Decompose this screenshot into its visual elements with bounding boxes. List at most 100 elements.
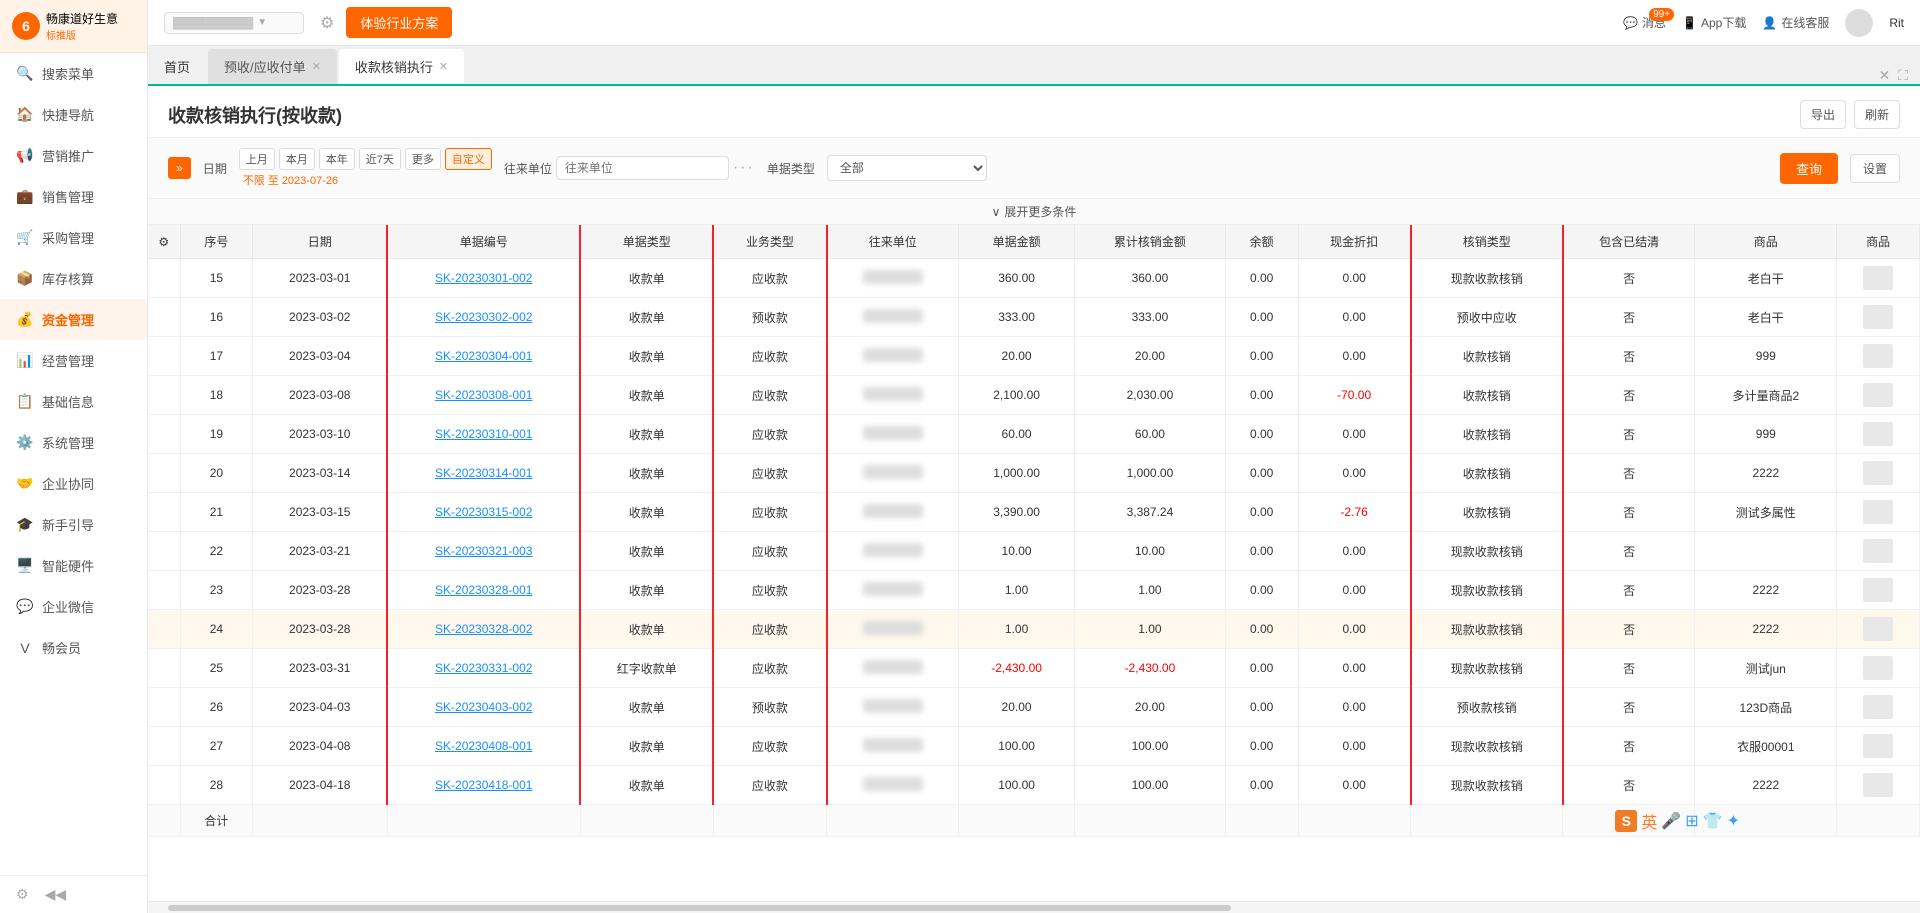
cell-bill_num[interactable]: SK-20230302-002 — [387, 298, 580, 337]
tab-close-prepay[interactable]: ✕ — [312, 60, 321, 73]
export-btn[interactable]: 导出 — [1800, 100, 1846, 129]
cell-bill_num[interactable]: SK-20230304-001 — [387, 337, 580, 376]
filter-settings-btn[interactable]: 设置 — [1850, 154, 1900, 183]
table-row[interactable]: 202023-03-14SK-20230314-001收款单应收款1,000.0… — [148, 454, 1920, 493]
cell-settings — [148, 376, 180, 415]
content-area: 收款核销执行(按收款) 导出 刷新 » 日期 上月本月本年近7天更多自定义不限 … — [148, 86, 1920, 913]
sidebar-collapse-icon[interactable]: ◀◀ — [45, 886, 67, 903]
tabs-maximize-icon[interactable]: ⛶ — [1898, 67, 1908, 84]
table-row[interactable]: 172023-03-04SK-20230304-001收款单应收款20.0020… — [148, 337, 1920, 376]
cell-biz_type: 应收款 — [713, 727, 826, 766]
expand-more-btn[interactable]: ∨ 展开更多条件 — [992, 203, 1077, 220]
cell-bill_num[interactable]: SK-20230328-001 — [387, 571, 580, 610]
tabs-close-icon[interactable]: ✕ — [1878, 67, 1890, 84]
cell-biz_type: 应收款 — [713, 493, 826, 532]
industry-btn[interactable]: 体验行业方案 — [346, 7, 452, 38]
filter-expand-btn[interactable]: » — [168, 157, 191, 179]
sidebar-icon-wechat: 💬 — [16, 598, 34, 615]
sidebar-item-basic[interactable]: 📋 基础信息 — [0, 381, 147, 422]
cell-bill_num[interactable]: SK-20230314-001 — [387, 454, 580, 493]
table-row[interactable]: 152023-03-01SK-20230301-002收款单应收款360.003… — [148, 259, 1920, 298]
messages-btn[interactable]: 💬 消息 99+ — [1623, 14, 1666, 31]
cell-bill_num[interactable]: SK-20230331-002 — [387, 649, 580, 688]
table-row[interactable]: 242023-03-28SK-20230328-002收款单应收款1.001.0… — [148, 610, 1920, 649]
cell-biz_type: 预收款 — [713, 298, 826, 337]
cell-settings — [148, 337, 180, 376]
tab-close-cancel[interactable]: ✕ — [439, 60, 448, 73]
table-row[interactable]: 262023-04-03SK-20230403-002收款单预收款20.0020… — [148, 688, 1920, 727]
cell-balance: 0.00 — [1225, 454, 1298, 493]
table-row[interactable]: 222023-03-21SK-20230321-003收款单应收款10.0010… — [148, 532, 1920, 571]
sidebar-item-system[interactable]: ⚙️ 系统管理 — [0, 422, 147, 463]
cell-goods: 123D商品 — [1695, 688, 1837, 727]
sidebar-item-cooperation[interactable]: 🤝 企业协同 — [0, 463, 147, 504]
cell-goods2 — [1837, 727, 1920, 766]
cell-unit — [827, 532, 959, 571]
refresh-btn[interactable]: 刷新 — [1854, 100, 1900, 129]
col-header-biz_type: 业务类型 — [713, 225, 826, 259]
table-row[interactable]: 182023-03-08SK-20230308-001收款单应收款2,100.0… — [148, 376, 1920, 415]
cell-bill_num[interactable]: SK-20230408-001 — [387, 727, 580, 766]
sidebar-label-hardware: 智能硬件 — [42, 556, 94, 575]
user-avatar — [1845, 9, 1873, 37]
sidebar-settings-icon[interactable]: ⚙ — [16, 886, 29, 903]
tab-home[interactable]: 首页 — [148, 49, 206, 84]
tab-cancel[interactable]: 收款核销执行✕ — [339, 49, 464, 84]
cell-bill_num[interactable]: SK-20230310-001 — [387, 415, 580, 454]
cell-include_settled: 否 — [1563, 337, 1695, 376]
col-header-no: 序号 — [180, 225, 253, 259]
app-download-btn[interactable]: 📱 App下载 — [1682, 14, 1746, 31]
cell-bill_num[interactable]: SK-20230321-003 — [387, 532, 580, 571]
sidebar-item-inventory[interactable]: 📦 库存核算 — [0, 258, 147, 299]
table-row[interactable]: 212023-03-15SK-20230315-002收款单应收款3,390.0… — [148, 493, 1920, 532]
sidebar-item-member[interactable]: V 畅会员 — [0, 627, 147, 668]
date-btn-近7天[interactable]: 近7天 — [359, 148, 401, 170]
date-btn-更多[interactable]: 更多 — [405, 148, 441, 170]
unit-input[interactable] — [556, 156, 729, 180]
sidebar-item-sales[interactable]: 💼 销售管理 — [0, 176, 147, 217]
sidebar-item-quick[interactable]: 🏠 快捷导航 — [0, 94, 147, 135]
sidebar-item-purchase[interactable]: 🛒 采购管理 — [0, 217, 147, 258]
table-row[interactable]: 192023-03-10SK-20230310-001收款单应收款60.0060… — [148, 415, 1920, 454]
query-btn[interactable]: 查询 — [1780, 153, 1838, 184]
cell-amount: 100.00 — [959, 766, 1075, 805]
cell-amount: 2,100.00 — [959, 376, 1075, 415]
cell-bill_num[interactable]: SK-20230418-001 — [387, 766, 580, 805]
date-btn-本年[interactable]: 本年 — [319, 148, 355, 170]
cell-date: 2023-04-18 — [253, 766, 387, 805]
cell-cancel_amount: -2,430.00 — [1075, 649, 1226, 688]
cell-bill_num[interactable]: SK-20230315-002 — [387, 493, 580, 532]
sidebar-item-hardware[interactable]: 🖥️ 智能硬件 — [0, 545, 147, 586]
enterprise-selector[interactable]: ▓▓▓▓▓▓▓▓▓▓ ▼ — [164, 12, 304, 34]
sidebar-item-search[interactable]: 🔍 搜索菜单 — [0, 53, 147, 94]
tab-prepay[interactable]: 预收/应收付单✕ — [208, 49, 337, 84]
table-row[interactable]: 162023-03-02SK-20230302-002收款单预收款333.003… — [148, 298, 1920, 337]
sidebar-icon-hardware: 🖥️ — [16, 557, 34, 574]
col-header-settings[interactable]: ⚙ — [148, 225, 180, 259]
sidebar-item-guide[interactable]: 🎓 新手引导 — [0, 504, 147, 545]
date-btn-上月[interactable]: 上月 — [239, 148, 275, 170]
scrollbar-thumb[interactable] — [168, 905, 1231, 911]
date-btn-本月[interactable]: 本月 — [279, 148, 315, 170]
sidebar-item-operations[interactable]: 📊 经营管理 — [0, 340, 147, 381]
cell-bill_num[interactable]: SK-20230328-002 — [387, 610, 580, 649]
cell-bill_type: 收款单 — [580, 610, 713, 649]
sidebar-item-wechat[interactable]: 💬 企业微信 — [0, 586, 147, 627]
cell-bill_num[interactable]: SK-20230301-002 — [387, 259, 580, 298]
cell-bill_num[interactable]: SK-20230308-001 — [387, 376, 580, 415]
table-row[interactable]: 232023-03-28SK-20230328-001收款单应收款1.001.0… — [148, 571, 1920, 610]
table-row[interactable]: 272023-04-08SK-20230408-001收款单应收款100.001… — [148, 727, 1920, 766]
sidebar-item-finance[interactable]: 💰 资金管理 — [0, 299, 147, 340]
table-row[interactable]: 282023-04-18SK-20230418-001收款单应收款100.001… — [148, 766, 1920, 805]
cell-unit — [827, 454, 959, 493]
main-area: ▓▓▓▓▓▓▓▓▓▓ ▼ ⚙ 体验行业方案 💬 消息 99+ 📱 App下载 👤… — [148, 0, 1920, 913]
scrollbar-area[interactable] — [148, 901, 1920, 913]
online-service-btn[interactable]: 👤 在线客服 — [1762, 14, 1829, 31]
bill-type-select[interactable]: 全部 — [827, 155, 987, 181]
table-row[interactable]: 252023-03-31SK-20230331-002红字收款单应收款-2,43… — [148, 649, 1920, 688]
brand-grid-icon: ⊞ — [1685, 811, 1698, 831]
cell-bill_num[interactable]: SK-20230403-002 — [387, 688, 580, 727]
sidebar-item-marketing[interactable]: 📢 营销推广 — [0, 135, 147, 176]
topbar-settings-icon[interactable]: ⚙ — [320, 13, 334, 33]
custom-date-btn[interactable]: 自定义 — [445, 148, 492, 170]
